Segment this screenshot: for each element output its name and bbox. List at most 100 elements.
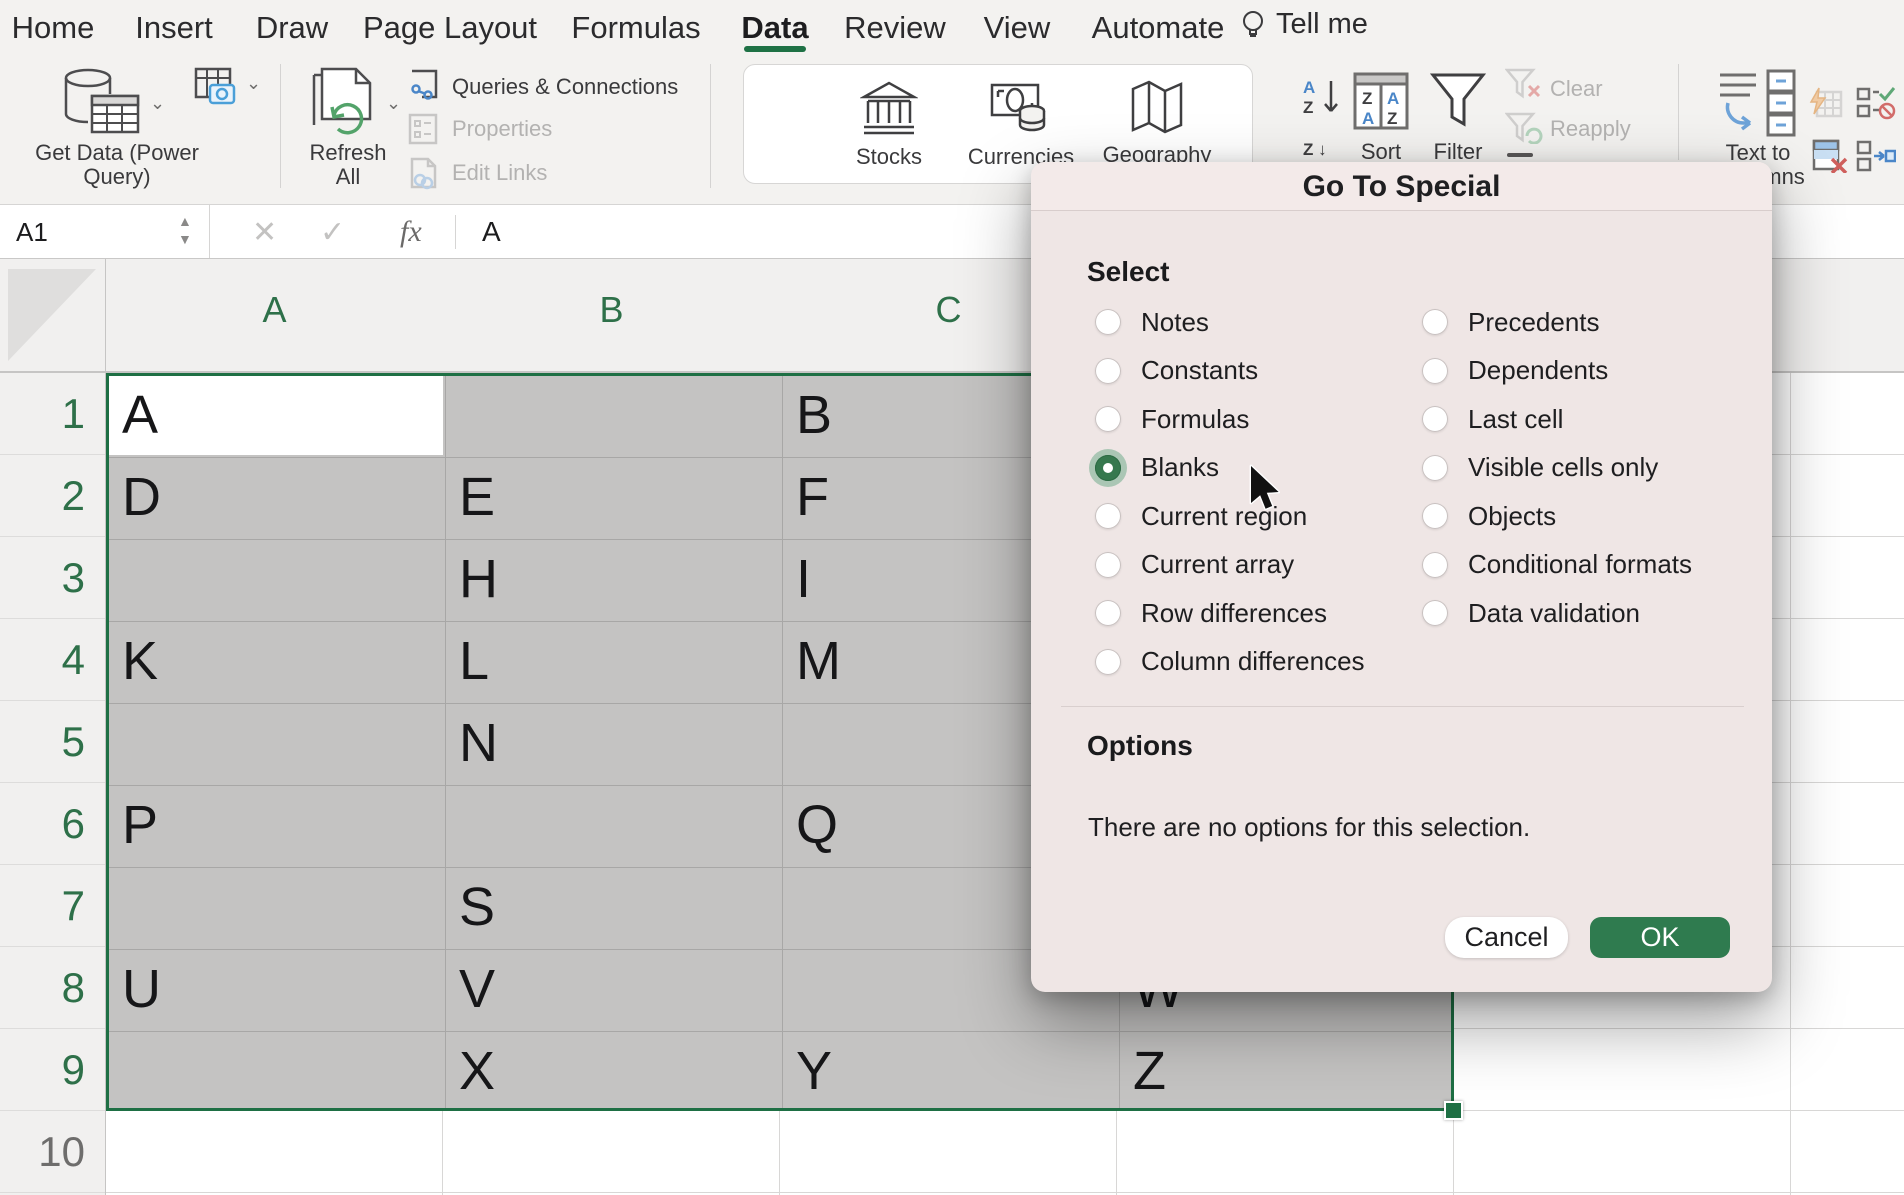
radio-row-differences[interactable] <box>1095 600 1121 626</box>
consolidate-button[interactable] <box>1856 140 1896 172</box>
cell-D9[interactable]: Z <box>1133 1029 1433 1111</box>
cell-A8[interactable]: U <box>122 947 422 1029</box>
cell-B8[interactable]: V <box>459 947 759 1029</box>
row-header-4[interactable]: 4 <box>5 619 85 701</box>
cell-B2[interactable]: E <box>459 455 759 537</box>
cancel-button[interactable]: Cancel <box>1445 917 1568 958</box>
column-header-C[interactable]: C <box>936 289 962 331</box>
option-current-array[interactable]: Current array <box>1095 541 1294 589</box>
cell-B5[interactable]: N <box>459 701 759 783</box>
cell-A2[interactable]: D <box>122 455 422 537</box>
option-formulas[interactable]: Formulas <box>1095 395 1249 443</box>
option-column-differences[interactable]: Column differences <box>1095 638 1365 686</box>
option-row-differences[interactable]: Row differences <box>1095 589 1327 637</box>
radio-objects[interactable] <box>1422 503 1448 529</box>
cell-A1[interactable]: A <box>122 373 422 455</box>
from-picture-button[interactable] <box>194 67 240 109</box>
select-all-corner[interactable] <box>0 259 106 371</box>
option-dependents[interactable]: Dependents <box>1422 347 1608 395</box>
radio-column-differences[interactable] <box>1095 649 1121 675</box>
refresh-all-chevron-icon[interactable]: ⌄ <box>386 93 401 114</box>
from-picture-chevron-icon[interactable]: ⌄ <box>246 73 261 94</box>
cancel-entry-icon[interactable]: ✕ <box>252 215 277 250</box>
radio-blanks[interactable] <box>1095 455 1121 481</box>
radio-precedents[interactable] <box>1422 309 1448 335</box>
column-header-A[interactable]: A <box>262 289 286 331</box>
cell-C9[interactable]: Y <box>796 1029 1096 1111</box>
properties-label: Properties <box>452 117 552 141</box>
name-box-stepper[interactable]: ▲▼ <box>178 214 192 246</box>
radio-conditional-formats[interactable] <box>1422 552 1448 578</box>
cell-B3[interactable]: H <box>459 537 759 619</box>
ribbon-tab-automate[interactable]: Automate <box>1092 10 1225 46</box>
radio-current-array[interactable] <box>1095 552 1121 578</box>
confirm-entry-icon[interactable]: ✓ <box>320 215 345 250</box>
formula-input[interactable]: A <box>482 216 501 248</box>
fill-handle[interactable] <box>1444 1101 1463 1120</box>
get-data-chevron-icon[interactable]: ⌄ <box>150 93 165 114</box>
geography-button[interactable]: Geography <box>1087 79 1227 167</box>
currencies-button[interactable]: Currencies <box>951 79 1091 169</box>
option-data-validation[interactable]: Data validation <box>1422 589 1640 637</box>
get-data-label: Get Data (PowerQuery) <box>22 141 212 189</box>
radio-data-validation[interactable] <box>1422 600 1448 626</box>
radio-constants[interactable] <box>1095 358 1121 384</box>
ribbon-tab-insert[interactable]: Insert <box>135 10 213 46</box>
row-header-6[interactable]: 6 <box>5 783 85 865</box>
ribbon-tab-draw[interactable]: Draw <box>256 10 328 46</box>
refresh-all-button[interactable] <box>312 67 378 137</box>
row-header-1[interactable]: 1 <box>5 373 85 455</box>
sort-descending-button-clipped[interactable]: Z ↓ <box>1303 140 1343 160</box>
row-header-5[interactable]: 5 <box>5 701 85 783</box>
row-header-7[interactable]: 7 <box>5 865 85 947</box>
radio-formulas[interactable] <box>1095 406 1121 432</box>
stocks-button[interactable]: Stocks <box>819 79 959 169</box>
ribbon-tab-home[interactable]: Home <box>12 10 95 46</box>
cell-A4[interactable]: K <box>122 619 422 701</box>
ribbon-tab-page-layout[interactable]: Page Layout <box>363 10 537 46</box>
option-constants[interactable]: Constants <box>1095 347 1258 395</box>
option-blanks[interactable]: Blanks <box>1095 444 1219 492</box>
option-objects[interactable]: Objects <box>1422 492 1556 540</box>
bank-icon <box>860 79 918 137</box>
option-last-cell[interactable]: Last cell <box>1422 395 1563 443</box>
insert-function-icon[interactable]: fx <box>400 215 422 249</box>
radio-last-cell[interactable] <box>1422 406 1448 432</box>
ribbon-tab-view[interactable]: View <box>984 10 1051 46</box>
group-divider <box>710 64 711 188</box>
ribbon-tab-formulas[interactable]: Formulas <box>571 10 700 46</box>
tell-me-button[interactable]: Tell me <box>1240 8 1368 41</box>
row-header-3[interactable]: 3 <box>5 537 85 619</box>
cell-B4[interactable]: L <box>459 619 759 701</box>
radio-visible-cells-only[interactable] <box>1422 455 1448 481</box>
cell-B7[interactable]: S <box>459 865 759 947</box>
option-precedents[interactable]: Precedents <box>1422 298 1600 346</box>
row-header-8[interactable]: 8 <box>5 947 85 1029</box>
row-header-2[interactable]: 2 <box>5 455 85 537</box>
filter-button[interactable] <box>1430 72 1486 130</box>
option-visible-cells-only[interactable]: Visible cells only <box>1422 444 1658 492</box>
text-to-columns-button[interactable] <box>1716 69 1800 139</box>
option-conditional-formats[interactable]: Conditional formats <box>1422 541 1692 589</box>
data-validation-button[interactable] <box>1856 86 1896 120</box>
queries-connections-label[interactable]: Queries & Connections <box>452 75 678 99</box>
ribbon-tab-review[interactable]: Review <box>844 10 946 46</box>
radio-notes[interactable] <box>1095 309 1121 335</box>
get-data-button[interactable] <box>62 68 142 134</box>
select-all-triangle-icon <box>8 269 96 361</box>
remove-duplicates-button[interactable] <box>1812 139 1848 173</box>
ribbon-tab-data[interactable]: Data <box>741 10 808 46</box>
sort-button[interactable]: Z A A Z <box>1353 72 1409 130</box>
ok-button[interactable]: OK <box>1590 917 1730 958</box>
queries-connections-button[interactable] <box>408 69 440 101</box>
radio-dependents[interactable] <box>1422 358 1448 384</box>
row-header-9[interactable]: 9 <box>5 1029 85 1111</box>
sort-ascending-button[interactable]: A Z <box>1303 77 1343 117</box>
cell-B9[interactable]: X <box>459 1029 759 1111</box>
row-header-10[interactable]: 10 <box>5 1111 85 1193</box>
column-header-B[interactable]: B <box>599 289 623 331</box>
radio-current-region[interactable] <box>1095 503 1121 529</box>
name-box[interactable]: A1 ▲▼ <box>0 205 210 258</box>
cell-A6[interactable]: P <box>122 783 422 865</box>
option-notes[interactable]: Notes <box>1095 298 1209 346</box>
